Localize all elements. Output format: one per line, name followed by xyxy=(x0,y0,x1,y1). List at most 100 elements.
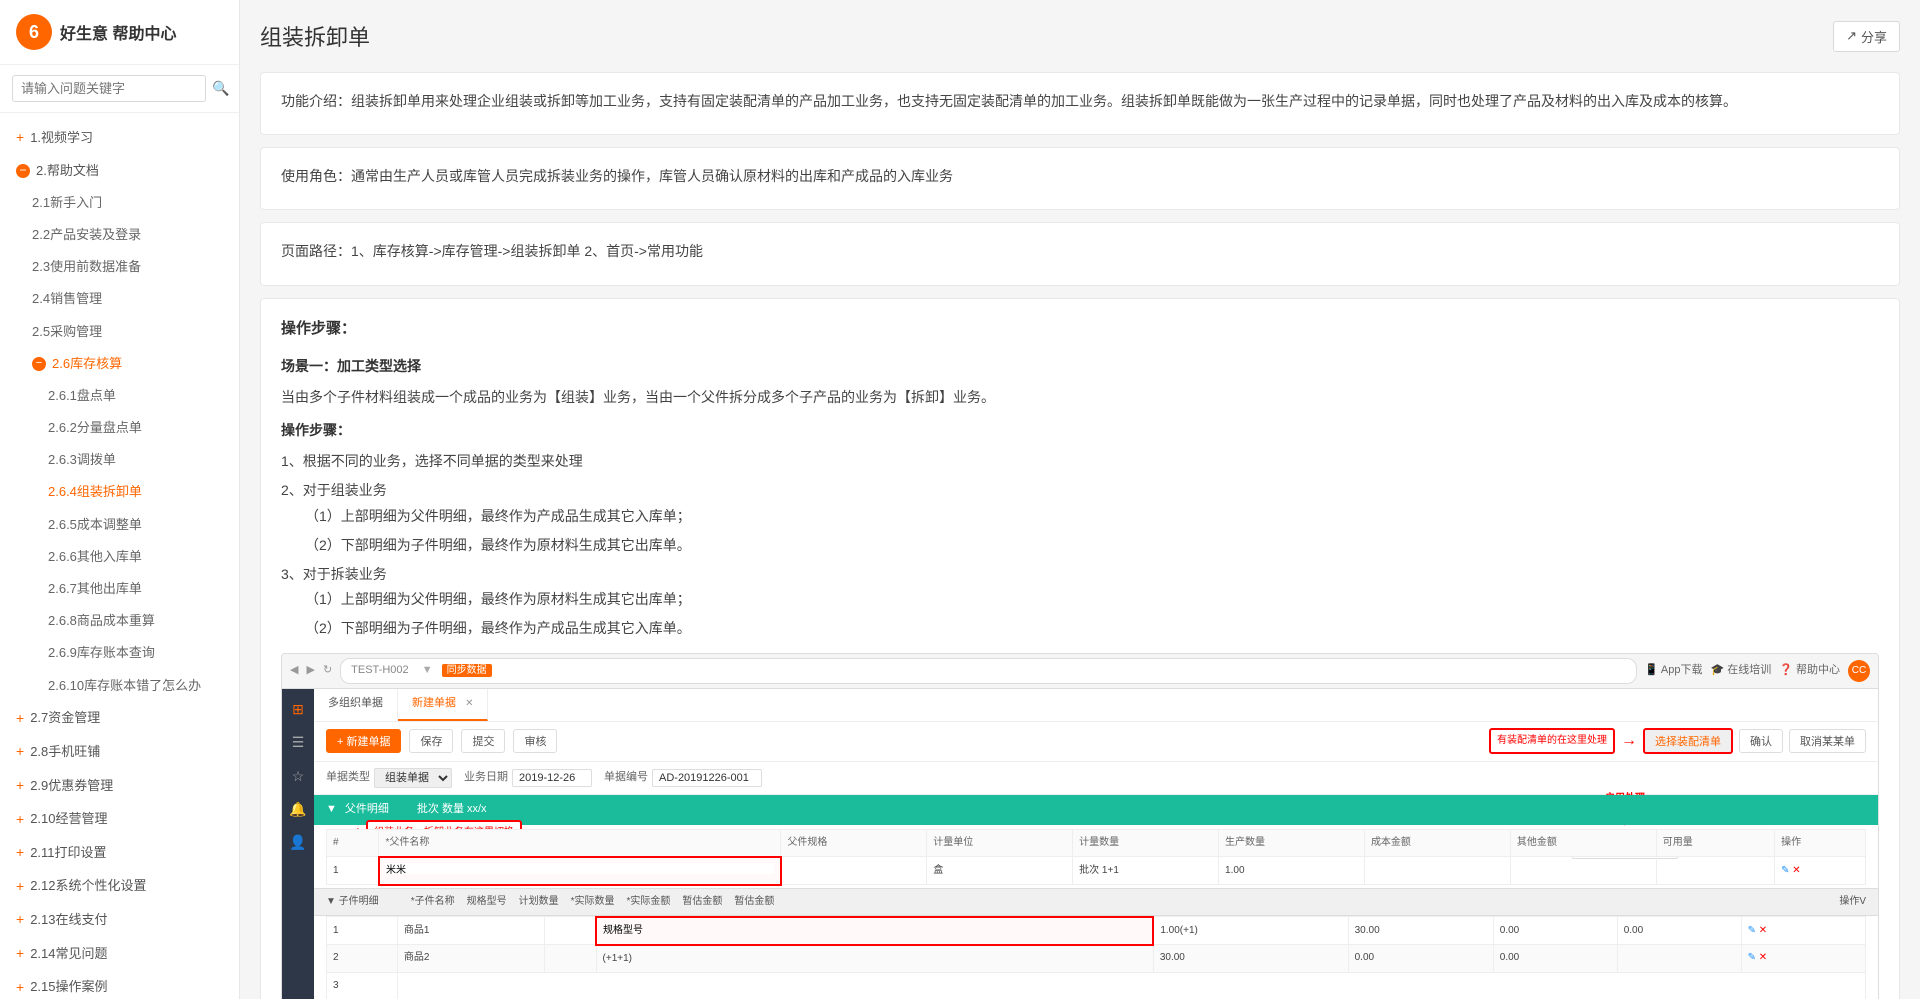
del-row-icon[interactable]: ✕ xyxy=(1792,865,1800,876)
sidebar-item-adjust[interactable]: 2.6.3调拨单 xyxy=(0,444,239,476)
annotation-1: 有装配清单的在这里处理 xyxy=(1489,728,1615,754)
sidebar-item-new-user[interactable]: 2.1新手入门 xyxy=(0,187,239,219)
order-field: 单据编号 xyxy=(604,768,762,788)
search-button[interactable]: 🔍 xyxy=(212,80,229,97)
sidebar-item-new-user-label: 2.1新手入门 xyxy=(32,194,102,212)
training-icon: 🎓 在线培训 xyxy=(1710,661,1771,681)
save-btn[interactable]: 保存 xyxy=(409,729,453,753)
lower-row-2: 2 商品2 (+1+1) 30.00 0.00 0.00 xyxy=(327,945,1866,973)
plus-icon-faq: + xyxy=(16,944,24,964)
avatar-icon: CC xyxy=(1848,660,1870,682)
edit-row-icon[interactable]: ✎ xyxy=(1781,865,1789,876)
step3: 3、对于拆装业务 （1）上部明细为父件明细，最终作为原材料生成其它出库单； （2… xyxy=(281,562,1879,642)
sidebar-item-online-pay[interactable]: + 2.13在线支付 xyxy=(0,903,239,937)
plus-icon: + xyxy=(16,128,24,148)
sidebar-item-cost-adjust-label: 2.6.5成本调整单 xyxy=(48,516,142,534)
sidebar-item-cases[interactable]: + 2.15操作案例 xyxy=(0,971,239,999)
cancel-btn[interactable]: 取消某某单 xyxy=(1789,729,1866,753)
sidebar-item-sales-label: 2.4销售管理 xyxy=(32,290,102,308)
sidebar-item-faq[interactable]: + 2.14常见问题 xyxy=(0,937,239,971)
approve-btn[interactable]: 审核 xyxy=(513,729,557,753)
sidebar-item-stock-query-label: 2.6.9库存账本查询 xyxy=(48,644,155,662)
sidebar-item-split-inventory[interactable]: 2.6.2分量盘点单 xyxy=(0,412,239,444)
help-icon: ❓ 帮助中心 xyxy=(1779,661,1840,681)
intro-text: 功能介绍：组装拆卸单用来处理企业组装或拆卸等加工业务，支持有固定装配清单的产品加… xyxy=(281,89,1879,114)
minus-sub-icon: − xyxy=(32,357,46,371)
sidebar-item-mobile[interactable]: + 2.8手机旺铺 xyxy=(0,735,239,769)
share-label: 分享 xyxy=(1861,27,1887,46)
share-button[interactable]: ↗ 分享 xyxy=(1833,21,1900,52)
sidebar-item-install[interactable]: 2.2产品安装及登录 xyxy=(0,219,239,251)
sidebar-item-ops-label: 2.10经营管理 xyxy=(30,810,107,828)
screenshot-tabs: 多组织单据 新建单据 ✕ xyxy=(314,689,1878,722)
child-spec-1[interactable] xyxy=(603,923,1146,934)
sidebar-item-cost-adjust[interactable]: 2.6.5成本调整单 xyxy=(0,509,239,541)
order-input[interactable] xyxy=(652,769,762,787)
plus-icon-pay: + xyxy=(16,910,24,930)
sidebar-item-data-prep[interactable]: 2.3使用前数据准备 xyxy=(0,251,239,283)
sidebar-item-cost-recalc[interactable]: 2.6.8商品成本重算 xyxy=(0,605,239,637)
sidebar-item-coupon[interactable]: + 2.9优惠券管理 xyxy=(0,769,239,803)
row-del-1[interactable]: ✕ xyxy=(1759,925,1767,936)
screenshot-form: 单据类型 组装单据 拆卸单据 业务日期 单 xyxy=(314,762,1878,795)
screenshot-section-header: ▼ 父件明细 批次 数量 xx/x xyxy=(314,795,1878,825)
lower-table-area: 1 商品1 1.00(+1) 30.00 0.00 xyxy=(314,916,1878,999)
sidebar-item-assemble-label: 2.6.4组装拆卸单 xyxy=(48,483,142,501)
sidebar-item-docs[interactable]: − 2.帮助文档 xyxy=(0,155,239,187)
sidebar-item-assemble[interactable]: 2.6.4组装拆卸单 xyxy=(0,476,239,508)
sidebar-item-stock-query[interactable]: 2.6.9库存账本查询 xyxy=(0,637,239,669)
date-field: 业务日期 xyxy=(464,768,592,788)
lower-row-1: 1 商品1 1.00(+1) 30.00 0.00 xyxy=(327,917,1866,945)
nav-menu-icon: ☰ xyxy=(292,730,305,755)
sidebar-item-other-in[interactable]: 2.6.6其他入库单 xyxy=(0,541,239,573)
sidebar-item-other-in-label: 2.6.6其他入库单 xyxy=(48,548,142,566)
screenshot-tab-new[interactable]: 新建单据 ✕ xyxy=(398,689,488,721)
sidebar-item-print[interactable]: + 2.11打印设置 xyxy=(0,836,239,870)
nav-star-icon: ☆ xyxy=(292,764,305,789)
search-area: 🔍 xyxy=(0,65,239,113)
new-btn[interactable]: + 新建单据 xyxy=(326,729,401,753)
sidebar-item-stock-error[interactable]: 2.6.10库存账本错了怎么办 xyxy=(0,670,239,702)
screenshot-container: ◀ ▶ ↻ TEST-H002 ▼ 同步数据 📱 App下载 🎓 在线培训 ❓ … xyxy=(281,653,1879,999)
row-action-1[interactable]: ✎ xyxy=(1748,925,1756,936)
sidebar-item-other-out[interactable]: 2.6.7其他出库单 xyxy=(0,573,239,605)
th-seq: # xyxy=(327,829,379,857)
upper-table: # *父件名称 父件规格 计量单位 计量数量 生产数量 成本金额 其他金额 可用 xyxy=(326,829,1866,886)
disassemble-sub-2: （2）下部明细为子件明细，最终作为产成品生成其它入库单。 xyxy=(305,616,1879,641)
th-parent-spec: 父件规格 xyxy=(781,829,927,857)
sidebar-item-fund[interactable]: + 2.7资金管理 xyxy=(0,702,239,736)
sidebar-item-stock[interactable]: − 2.6库存核算 xyxy=(0,348,239,380)
topbar-right: 📱 App下载 🎓 在线培训 ❓ 帮助中心 CC xyxy=(1645,660,1870,682)
plus-icon-custom: + xyxy=(16,877,24,897)
sidebar-item-inventory-label: 2.6.1盘点单 xyxy=(48,387,116,405)
screenshot-tab-multi[interactable]: 多组织单据 xyxy=(314,689,398,721)
sidebar-item-inventory[interactable]: 2.6.1盘点单 xyxy=(0,380,239,412)
sidebar-item-video[interactable]: + 1.视频学习 xyxy=(0,121,239,155)
parent-name-input[interactable] xyxy=(386,863,774,874)
th-prod-qty: 生产数量 xyxy=(1219,829,1365,857)
search-input[interactable] xyxy=(12,75,206,102)
sidebar-item-purchase[interactable]: 2.5采购管理 xyxy=(0,316,239,348)
sidebar-item-docs-label: 2.帮助文档 xyxy=(36,162,99,180)
sidebar-item-other-out-label: 2.6.7其他出库单 xyxy=(48,580,142,598)
sidebar-item-ops[interactable]: + 2.10经营管理 xyxy=(0,803,239,837)
sidebar-item-custom[interactable]: + 2.12系统个性化设置 xyxy=(0,870,239,904)
arrow-icon-1: → xyxy=(1621,727,1637,756)
nav-user-icon: 👤 xyxy=(289,830,306,855)
scenario1-block: 场景一：加工类型选择 当由多个子件材料组装成一个成品的业务为【组装】业务，当由一… xyxy=(281,354,1879,642)
step2: 2、对于组装业务 （1）上部明细为父件明细，最终作为产成品生成其它入库单； （2… xyxy=(281,478,1879,558)
row-del-2[interactable]: ✕ xyxy=(1759,952,1767,963)
app-main: 多组织单据 新建单据 ✕ + 新建单据 保存 提交 审 xyxy=(314,689,1878,999)
nav-list: + 1.视频学习 − 2.帮助文档 2.1新手入门 2.2产品安装及登录 2.3… xyxy=(0,113,239,999)
assemble-sub-steps: （1）上部明细为父件明细，最终作为产成品生成其它入库单； （2）下部明细为子件明… xyxy=(281,504,1879,558)
confirm-btn[interactable]: 确认 xyxy=(1739,729,1783,753)
assemble-list-btn[interactable]: 选择装配清单 xyxy=(1643,728,1733,754)
sidebar-item-purchase-label: 2.5采购管理 xyxy=(32,323,102,341)
type-select[interactable]: 组装单据 拆卸单据 xyxy=(374,768,452,788)
submit-btn[interactable]: 提交 xyxy=(461,729,505,753)
nav-bell-icon: 🔔 xyxy=(289,797,306,822)
sidebar-item-sales[interactable]: 2.4销售管理 xyxy=(0,283,239,315)
row-action-2[interactable]: ✎ xyxy=(1748,952,1756,963)
disassemble-sub-1: （1）上部明细为父件明细，最终作为原材料生成其它出库单； xyxy=(305,587,1879,612)
date-input[interactable] xyxy=(512,769,592,787)
